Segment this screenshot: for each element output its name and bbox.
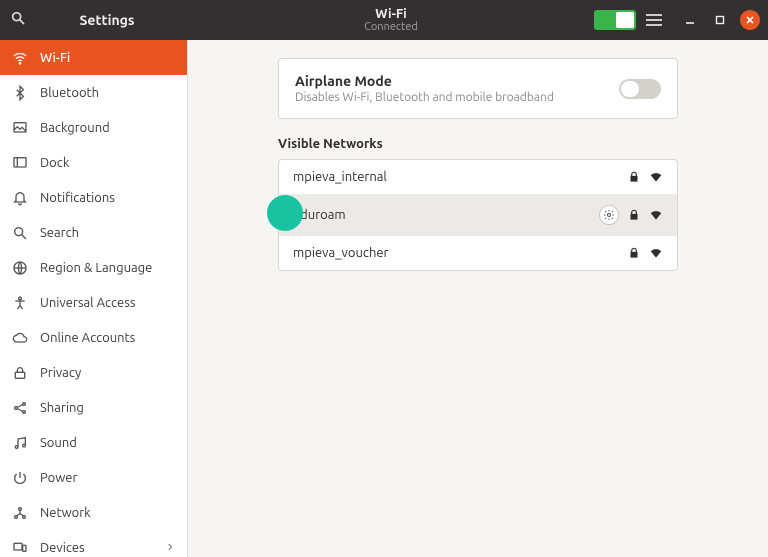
sidebar-item-dock[interactable]: Dock	[0, 145, 187, 180]
sidebar-item-label: Power	[40, 471, 77, 485]
lock-icon	[627, 170, 641, 184]
chevron-right-icon	[165, 541, 175, 555]
network-name: mpieva_internal	[293, 170, 627, 184]
sidebar-item-label: Privacy	[40, 366, 81, 380]
sidebar-item-label: Universal Access	[40, 296, 135, 310]
network-icon	[12, 505, 28, 521]
sidebar-item-power[interactable]: Power	[0, 460, 187, 495]
titlebar: Settings Wi-Fi Connected	[0, 0, 768, 40]
sidebar-item-label: Wi-Fi	[40, 51, 70, 65]
wifi-toggle[interactable]	[594, 10, 636, 30]
sidebar-item-wifi[interactable]: Wi-Fi	[0, 40, 187, 75]
sidebar-item-notifications[interactable]: Notifications	[0, 180, 187, 215]
sidebar-item-label: Search	[40, 226, 79, 240]
sidebar-item-label: Dock	[40, 156, 69, 170]
sidebar-item-bluetooth[interactable]: Bluetooth	[0, 75, 187, 110]
lock-icon	[627, 208, 641, 222]
search-icon[interactable]	[10, 10, 26, 30]
sidebar-title: Settings	[36, 12, 178, 28]
search-icon	[12, 225, 28, 241]
window-maximize-button[interactable]	[710, 10, 730, 30]
sidebar-item-privacy[interactable]: Privacy	[0, 355, 187, 390]
sidebar-item-label: Sharing	[40, 401, 84, 415]
devices-icon	[12, 540, 28, 556]
visible-networks-label: Visible Networks	[278, 137, 678, 151]
sidebar-item-label: Region & Language	[40, 261, 152, 275]
accessibility-icon	[12, 295, 28, 311]
main-panel: Airplane Mode Disables Wi-Fi, Bluetooth …	[188, 40, 768, 557]
sidebar-item-search[interactable]: Search	[0, 215, 187, 250]
airplane-mode-card: Airplane Mode Disables Wi-Fi, Bluetooth …	[278, 58, 678, 119]
sidebar-item-background[interactable]: Background	[0, 110, 187, 145]
page-subtitle: Connected	[364, 21, 418, 33]
network-row[interactable]: eduroam	[279, 195, 677, 236]
sidebar-item-sharing[interactable]: Sharing	[0, 390, 187, 425]
sidebar-item-network[interactable]: Network	[0, 495, 187, 530]
titlebar-center: Wi-Fi Connected	[188, 7, 594, 33]
page-title: Wi-Fi	[375, 7, 407, 21]
sidebar-item-label: Sound	[40, 436, 77, 450]
airplane-mode-subtitle: Disables Wi-Fi, Bluetooth and mobile bro…	[295, 91, 619, 104]
titlebar-right	[594, 10, 768, 30]
app-menu-icon[interactable]	[646, 14, 662, 26]
sidebar-item-label: Notifications	[40, 191, 115, 205]
airplane-mode-toggle[interactable]	[619, 79, 661, 99]
gear-icon	[603, 209, 615, 221]
sidebar-item-universal[interactable]: Universal Access	[0, 285, 187, 320]
sidebar-item-devices[interactable]: Devices	[0, 530, 187, 557]
bell-icon	[12, 190, 28, 206]
cloud-icon	[12, 330, 28, 346]
globe-icon	[12, 260, 28, 276]
music-icon	[12, 435, 28, 451]
sidebar-item-sound[interactable]: Sound	[0, 425, 187, 460]
network-settings-button[interactable]	[599, 205, 619, 225]
lock-icon	[12, 365, 28, 381]
wifi-signal-icon	[649, 170, 663, 184]
sidebar-item-label: Network	[40, 506, 91, 520]
network-name: mpieva_voucher	[293, 246, 627, 260]
sidebar-item-label: Bluetooth	[40, 86, 99, 100]
network-list: mpieva_internal eduroam mpieva_voucher	[278, 159, 678, 271]
dock-icon	[12, 155, 28, 171]
window-close-button[interactable]	[740, 10, 760, 30]
wifi-signal-icon	[649, 246, 663, 260]
lock-icon	[627, 246, 641, 260]
network-row[interactable]: mpieva_internal	[279, 160, 677, 195]
wifi-signal-icon	[649, 208, 663, 222]
window-minimize-button[interactable]	[680, 10, 700, 30]
sidebar-item-label: Online Accounts	[40, 331, 135, 345]
sidebar-item-label: Background	[40, 121, 110, 135]
network-name: eduroam	[293, 208, 599, 222]
pointer-overlay	[267, 195, 303, 231]
sidebar: Wi-Fi Bluetooth Background Dock Notifica…	[0, 40, 188, 557]
wifi-icon	[12, 50, 28, 66]
sidebar-item-label: Devices	[40, 541, 85, 555]
power-icon	[12, 470, 28, 486]
titlebar-left: Settings	[0, 0, 188, 40]
sidebar-item-online[interactable]: Online Accounts	[0, 320, 187, 355]
background-icon	[12, 120, 28, 136]
network-row[interactable]: mpieva_voucher	[279, 236, 677, 270]
bluetooth-icon	[12, 85, 28, 101]
sidebar-item-region[interactable]: Region & Language	[0, 250, 187, 285]
share-icon	[12, 400, 28, 416]
airplane-mode-title: Airplane Mode	[295, 73, 619, 89]
